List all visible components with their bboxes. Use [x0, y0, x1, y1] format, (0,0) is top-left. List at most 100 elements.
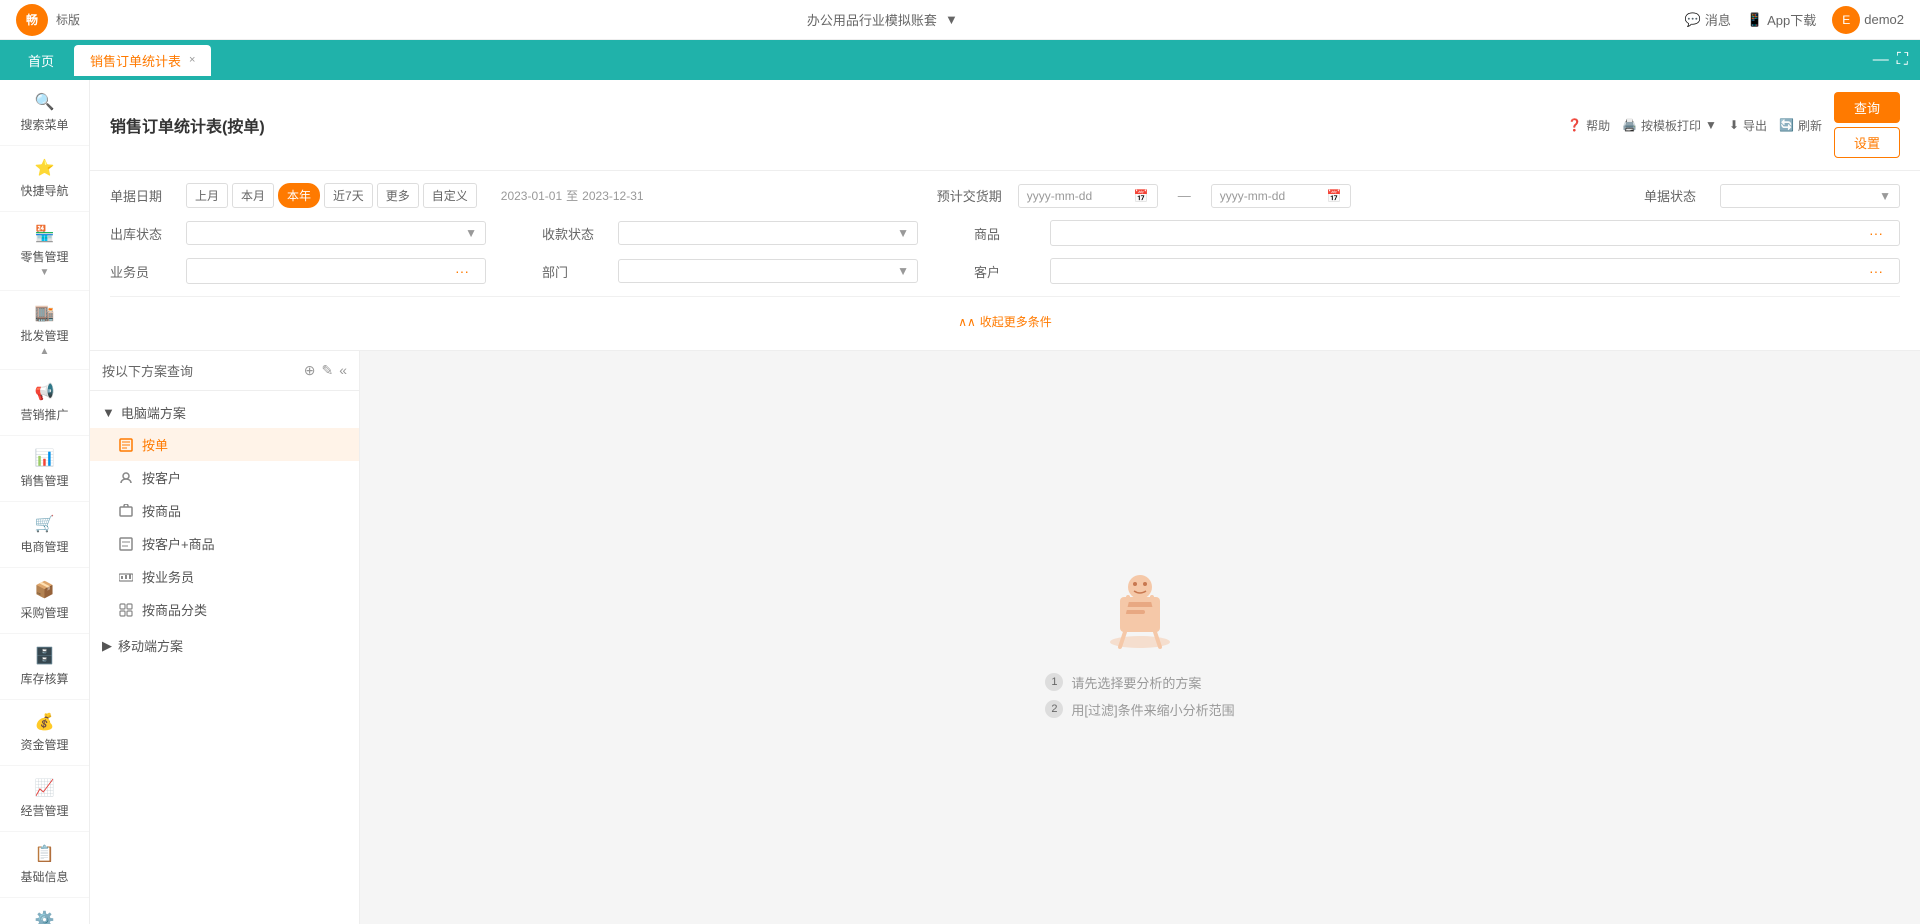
- sidebar-item-retail[interactable]: 🏪 零售管理 ▼: [0, 212, 89, 291]
- page-header-actions: ❓ 帮助 🖨️ 按模板打印 ▼ ⬇ 导出 🔄 刷新 查询: [1567, 92, 1900, 170]
- tip-text-1: 请先选择要分析的方案: [1071, 673, 1201, 692]
- date-buttons: 上月 本月 本年 近7天 更多 自定义: [186, 183, 477, 208]
- setting-btn[interactable]: 设置: [1834, 127, 1900, 158]
- goods-select[interactable]: ···: [1050, 220, 1900, 246]
- app-download-btn[interactable]: 📱 App下载: [1747, 10, 1816, 29]
- sidebar-inventory-label: 库存核算: [20, 670, 68, 687]
- scheme-item-by-category[interactable]: 按商品分类: [90, 593, 359, 626]
- by-single-label: 按单: [142, 435, 168, 454]
- filter-row-2: 出库状态 ▼ 收款状态 ▼ 商品 ···: [110, 220, 1900, 246]
- expected-date-end[interactable]: yyyy-mm-dd 📅: [1211, 184, 1351, 208]
- retail-icon: 🏪: [35, 224, 55, 244]
- salesman-more-btn[interactable]: ···: [447, 263, 477, 279]
- sidebar-item-wholesale[interactable]: 🏬 批发管理 ▲: [0, 291, 89, 370]
- sidebar-item-inventory[interactable]: 🗄️ 库存核算: [0, 634, 89, 700]
- expected-date-start[interactable]: yyyy-mm-dd 📅: [1018, 184, 1158, 208]
- goods-label: 商品: [974, 224, 1034, 243]
- more-btn[interactable]: 更多: [377, 183, 419, 208]
- by-goods-label: 按商品: [142, 501, 181, 520]
- quicknav-icon: ⭐: [35, 158, 55, 178]
- date-sep1: 至: [566, 187, 578, 204]
- customer-select[interactable]: ···: [1050, 258, 1900, 284]
- sidebar-item-finance[interactable]: 💰 资金管理: [0, 700, 89, 766]
- last7days-btn[interactable]: 近7天: [324, 183, 373, 208]
- status-select[interactable]: ▼: [1720, 184, 1900, 208]
- page-header: 销售订单统计表(按单) ❓ 帮助 🖨️ 按模板打印 ▼ ⬇ 导出 🔄 刷新: [90, 80, 1920, 171]
- sidebar-item-marketing[interactable]: 📢 营销推广: [0, 370, 89, 436]
- sidebar-item-base[interactable]: 📋 基础信息: [0, 832, 89, 898]
- inventory-icon: 🗄️: [35, 646, 55, 666]
- maximize-btn[interactable]: ⛶: [1897, 51, 1908, 69]
- sidebar-item-quicknav[interactable]: ⭐ 快捷导航: [0, 146, 89, 212]
- minimize-btn[interactable]: —: [1873, 51, 1889, 69]
- help-btn[interactable]: ❓ 帮助: [1567, 117, 1610, 134]
- sidebar-item-purchase[interactable]: 📦 采购管理: [0, 568, 89, 634]
- message-btn[interactable]: 💬 消息: [1685, 10, 1731, 29]
- sidebar-item-search[interactable]: 🔍 搜索菜单: [0, 80, 89, 146]
- scheme-item-by-goods[interactable]: 按商品: [90, 494, 359, 527]
- scheme-item-by-salesman[interactable]: 按业务员: [90, 560, 359, 593]
- scheme-add-btn[interactable]: ⊕: [304, 362, 316, 379]
- customer-more-btn[interactable]: ···: [1861, 263, 1891, 279]
- sidebar-item-ops[interactable]: 📈 经营管理: [0, 766, 89, 832]
- status-label: 单据状态: [1644, 186, 1704, 205]
- scheme-item-by-customer-goods[interactable]: 按客户+商品: [90, 527, 359, 560]
- sidebar-retail-label: 零售管理: [20, 248, 68, 265]
- print-label: 按模板打印: [1641, 117, 1701, 134]
- tab-home[interactable]: 首页: [12, 45, 70, 76]
- export-btn[interactable]: ⬇ 导出: [1729, 117, 1767, 134]
- print-btn[interactable]: 🖨️ 按模板打印 ▼: [1622, 117, 1717, 134]
- empty-tip-2: 2 用[过滤]条件来缩小分析范围: [1045, 700, 1234, 719]
- scheme-mobile-group[interactable]: ▶ 移动端方案: [90, 630, 359, 661]
- custom-btn[interactable]: 自定义: [423, 183, 477, 208]
- user-menu[interactable]: E demo2: [1832, 6, 1904, 34]
- collapse-icon: ∧∧: [958, 315, 976, 329]
- department-select[interactable]: ▼: [618, 259, 918, 283]
- collapse-btn[interactable]: ∧∧ 收起更多条件: [950, 305, 1060, 338]
- status-arrow: ▼: [1879, 189, 1891, 203]
- export-label: 导出: [1743, 117, 1767, 134]
- by-category-label: 按商品分类: [142, 600, 207, 619]
- this-month-btn[interactable]: 本月: [232, 183, 274, 208]
- sidebar-base-label: 基础信息: [20, 868, 68, 885]
- department-arrow: ▼: [897, 264, 909, 278]
- scheme-item-by-customer[interactable]: 按客户: [90, 461, 359, 494]
- sidebar-item-sales[interactable]: 📊 销售管理: [0, 436, 89, 502]
- empty-state: 1 请先选择要分析的方案 2 用[过滤]条件来缩小分析范围: [360, 351, 1920, 924]
- by-customer-label: 按客户: [142, 468, 181, 487]
- message-icon: 💬: [1685, 12, 1701, 28]
- sidebar-item-ecom[interactable]: 🛒 电商管理: [0, 502, 89, 568]
- tip-num-2: 2: [1045, 700, 1063, 718]
- department-label: 部门: [542, 262, 602, 281]
- calendar-icon-2: 📅: [1327, 189, 1342, 203]
- date-end: 2023-12-31: [582, 189, 643, 203]
- filter-row-3: 业务员 ··· 部门 ▼ 客户 ···: [110, 258, 1900, 284]
- mobile-group-label: 移动端方案: [118, 636, 183, 655]
- last-month-btn[interactable]: 上月: [186, 183, 228, 208]
- sales-icon: 📊: [35, 448, 55, 468]
- app-download-label: App下载: [1767, 10, 1816, 29]
- print-dropdown-icon: ▼: [1705, 118, 1717, 132]
- scheme-collapse-btn[interactable]: «: [339, 362, 347, 379]
- scheme-edit-btn[interactable]: ✎: [321, 362, 333, 379]
- scheme-item-by-single[interactable]: 按单: [90, 428, 359, 461]
- delivery-status-select[interactable]: ▼: [186, 221, 486, 245]
- sidebar-item-system[interactable]: ⚙️ 系统管理: [0, 898, 89, 924]
- this-year-btn[interactable]: 本年: [278, 183, 320, 208]
- goods-more-btn[interactable]: ···: [1861, 225, 1891, 241]
- tab-close-btn[interactable]: ×: [189, 54, 195, 66]
- base-icon: 📋: [35, 844, 55, 864]
- mobile-group-arrow: ▶: [102, 638, 112, 654]
- scheme-pc-group[interactable]: ▼ 电脑端方案: [90, 397, 359, 428]
- by-single-icon: [118, 437, 134, 453]
- query-btn[interactable]: 查询: [1834, 92, 1900, 123]
- customer-label: 客户: [974, 262, 1034, 281]
- receipt-status-select[interactable]: ▼: [618, 221, 918, 245]
- salesman-select[interactable]: ···: [186, 258, 486, 284]
- tabbar-right: — ⛶: [1873, 51, 1908, 69]
- refresh-btn[interactable]: 🔄 刷新: [1779, 117, 1822, 134]
- marketing-icon: 📢: [35, 382, 55, 402]
- tab-sales-order[interactable]: 销售订单统计表 ×: [74, 45, 211, 76]
- company-selector[interactable]: 办公用品行业模拟账套 ▼: [80, 10, 1685, 29]
- sidebar-finance-label: 资金管理: [20, 736, 68, 753]
